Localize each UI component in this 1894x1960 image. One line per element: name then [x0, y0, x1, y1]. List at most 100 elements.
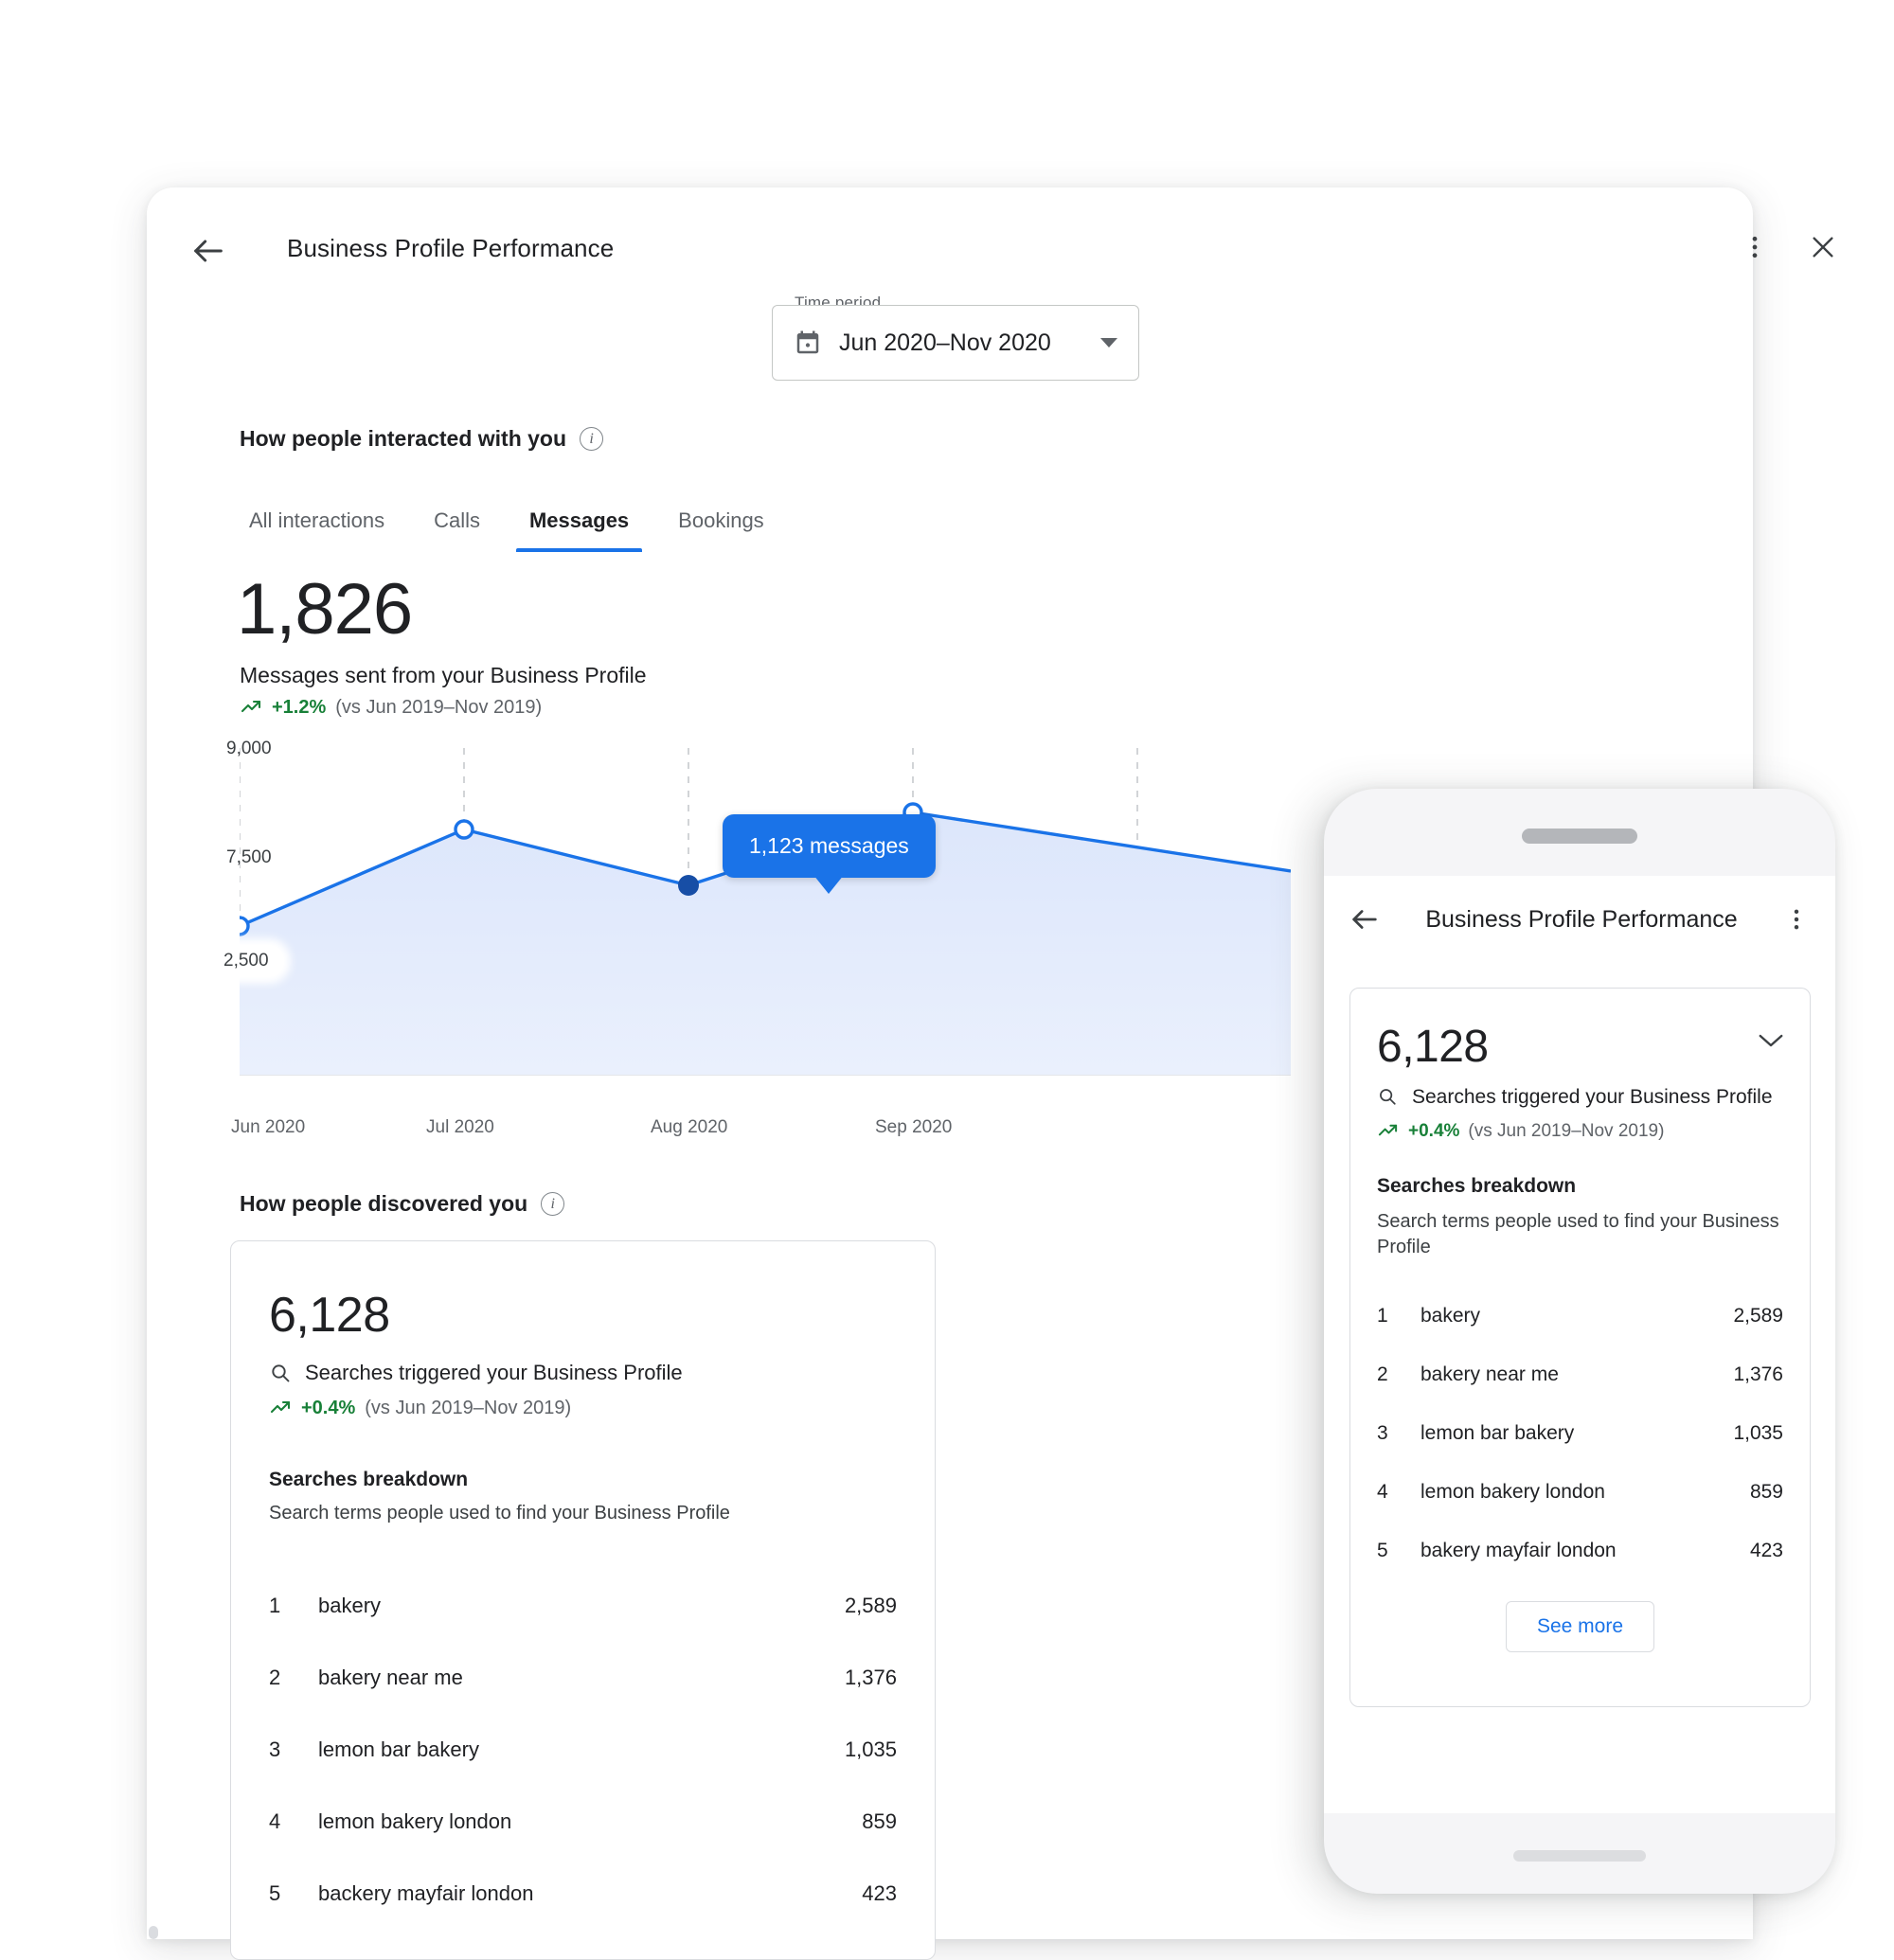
- row-term: lemon bar bakery: [318, 1737, 479, 1761]
- phone-metric-label-row: Searches triggered your Business Profile: [1377, 1086, 1783, 1109]
- row-rank: 1: [1377, 1305, 1388, 1327]
- row-value: 859: [862, 1809, 897, 1833]
- row-rank: 2: [269, 1666, 281, 1689]
- see-more-button[interactable]: See more: [1505, 1601, 1655, 1652]
- phone-mockup: Business Profile Performance 6,128 Searc…: [1324, 789, 1835, 1894]
- x-axis-label-sep: Sep 2020: [875, 1117, 953, 1137]
- window-actions: [1739, 231, 1839, 263]
- back-arrow-icon[interactable]: [1349, 903, 1381, 935]
- list-item[interactable]: 4 lemon bakery london 859: [1377, 1463, 1783, 1522]
- row-value: 1,376: [844, 1666, 897, 1689]
- searches-breakdown-list: 1 bakery 2,589 2 bakery near me 1,376 3 …: [269, 1570, 897, 1930]
- calendar-icon: [794, 329, 822, 357]
- chart-svg: [240, 748, 1291, 1076]
- searches-card: 6,128 Searches triggered your Business P…: [230, 1240, 936, 1960]
- row-value: 1,376: [1733, 1363, 1783, 1385]
- searches-metric-value: 6,128: [269, 1288, 390, 1343]
- time-period-value: Jun 2020–Nov 2020: [839, 329, 1051, 356]
- y-axis-label-2500: 2,500: [208, 945, 284, 977]
- row-value: 2,589: [1733, 1305, 1783, 1327]
- x-axis-label-aug: Aug 2020: [651, 1117, 728, 1137]
- row-rank: 3: [1377, 1422, 1388, 1444]
- row-term: bakery mayfair london: [1420, 1540, 1617, 1561]
- row-rank: 2: [1377, 1363, 1388, 1385]
- phone-delta: +0.4% (vs Jun 2019–Nov 2019): [1377, 1120, 1783, 1143]
- see-more-wrap: See more: [1377, 1601, 1783, 1652]
- tab-messages[interactable]: Messages: [505, 508, 653, 552]
- searches-delta-pct: +0.4%: [301, 1397, 356, 1418]
- row-term: bakery near me: [318, 1666, 463, 1689]
- row-rank: 4: [269, 1809, 281, 1833]
- searches-metric-label: Searches triggered your Business Profile: [305, 1361, 683, 1384]
- search-icon: [1377, 1086, 1400, 1109]
- table-row[interactable]: 3 lemon bar bakery 1,035: [269, 1714, 897, 1786]
- scrollbar-thumb[interactable]: [149, 1926, 158, 1939]
- messages-area-chart: 9,000 7,500 2,500: [208, 739, 1291, 1108]
- phone-page-title: Business Profile Performance: [1425, 905, 1738, 933]
- section-heading-interacted: How people interacted with you i: [240, 426, 604, 452]
- row-term: lemon bakery london: [318, 1809, 512, 1833]
- row-term: bakery: [318, 1594, 382, 1617]
- tab-all-interactions[interactable]: All interactions: [240, 508, 409, 552]
- row-rank: 4: [1377, 1481, 1388, 1503]
- row-rank: 5: [1377, 1540, 1388, 1561]
- data-point-jun: [240, 916, 250, 936]
- messages-metric-label: Messages sent from your Business Profile: [240, 663, 647, 687]
- back-arrow-icon[interactable]: [189, 232, 227, 270]
- phone-home-indicator: [1513, 1850, 1646, 1862]
- row-term: bakery near me: [1420, 1363, 1559, 1385]
- search-icon: [269, 1362, 292, 1384]
- interaction-tabs: All interactions Calls Messages Bookings: [240, 508, 789, 552]
- list-item[interactable]: 2 bakery near me 1,376: [1377, 1345, 1783, 1404]
- phone-searches-card: 6,128 Searches triggered your Business P…: [1349, 988, 1811, 1707]
- chevron-down-icon[interactable]: [1757, 1032, 1785, 1049]
- x-axis-label-jul: Jul 2020: [426, 1117, 494, 1137]
- messages-delta-vs: (vs Jun 2019–Nov 2019): [335, 696, 543, 718]
- info-icon[interactable]: i: [541, 1192, 565, 1216]
- searches-metric-label-row: Searches triggered your Business Profile: [269, 1361, 897, 1385]
- searches-breakdown-subtitle: Search terms people used to find your Bu…: [269, 1503, 730, 1523]
- section-heading-discovered-label: How people discovered you: [240, 1191, 528, 1216]
- desktop-scrollbar[interactable]: [147, 292, 160, 1939]
- y-axis-label-7500: 7,500: [226, 847, 272, 867]
- row-term: bakery: [1420, 1305, 1481, 1327]
- phone-metric-value: 6,128: [1377, 1022, 1489, 1072]
- phone-app-bar: Business Profile Performance: [1324, 876, 1835, 963]
- data-point-jul: [454, 819, 474, 840]
- info-icon[interactable]: i: [580, 427, 604, 451]
- trending-up-icon: [240, 696, 262, 719]
- row-rank: 5: [269, 1881, 281, 1905]
- row-rank: 3: [269, 1737, 281, 1761]
- row-term: lemon bar bakery: [1420, 1422, 1575, 1444]
- list-item[interactable]: 5 bakery mayfair london 423: [1377, 1522, 1783, 1580]
- row-value: 859: [1749, 1481, 1783, 1503]
- row-value: 423: [1749, 1540, 1783, 1561]
- close-icon[interactable]: [1807, 231, 1839, 263]
- table-row[interactable]: 2 bakery near me 1,376: [269, 1642, 897, 1714]
- row-term: backery mayfair london: [318, 1881, 534, 1905]
- list-item[interactable]: 3 lemon bar bakery 1,035: [1377, 1404, 1783, 1463]
- trending-up-icon: [1377, 1120, 1400, 1143]
- tab-calls[interactable]: Calls: [409, 508, 505, 552]
- kebab-menu-icon[interactable]: [1739, 231, 1771, 263]
- searches-delta-vs: (vs Jun 2019–Nov 2019): [365, 1397, 572, 1418]
- kebab-menu-icon[interactable]: [1782, 903, 1811, 935]
- table-row[interactable]: 5 backery mayfair london 423: [269, 1858, 897, 1930]
- phone-speaker: [1522, 829, 1637, 844]
- chart-x-axis: Jun 2020 Jul 2020 Aug 2020 Sep 2020: [231, 1117, 1291, 1146]
- table-row[interactable]: 4 lemon bakery london 859: [269, 1786, 897, 1858]
- messages-metric-value: 1,826: [237, 569, 413, 650]
- list-item[interactable]: 1 bakery 2,589: [1377, 1287, 1783, 1345]
- data-point-aug-selected: [678, 875, 699, 896]
- phone-metric-label: Searches triggered your Business Profile: [1412, 1086, 1773, 1108]
- phone-breakdown-subtitle: Search terms people used to find your Bu…: [1377, 1211, 1779, 1257]
- chart-tooltip: 1,123 messages: [723, 814, 936, 878]
- phone-delta-vs: (vs Jun 2019–Nov 2019): [1468, 1121, 1665, 1141]
- messages-delta-pct: +1.2%: [272, 696, 327, 718]
- time-period-select[interactable]: Jun 2020–Nov 2020: [772, 305, 1139, 381]
- section-heading-interacted-label: How people interacted with you: [240, 426, 567, 451]
- tab-bookings[interactable]: Bookings: [653, 508, 789, 552]
- x-axis-label-jun: Jun 2020: [231, 1117, 306, 1137]
- table-row[interactable]: 1 bakery 2,589: [269, 1570, 897, 1642]
- chevron-down-icon: [1100, 338, 1117, 347]
